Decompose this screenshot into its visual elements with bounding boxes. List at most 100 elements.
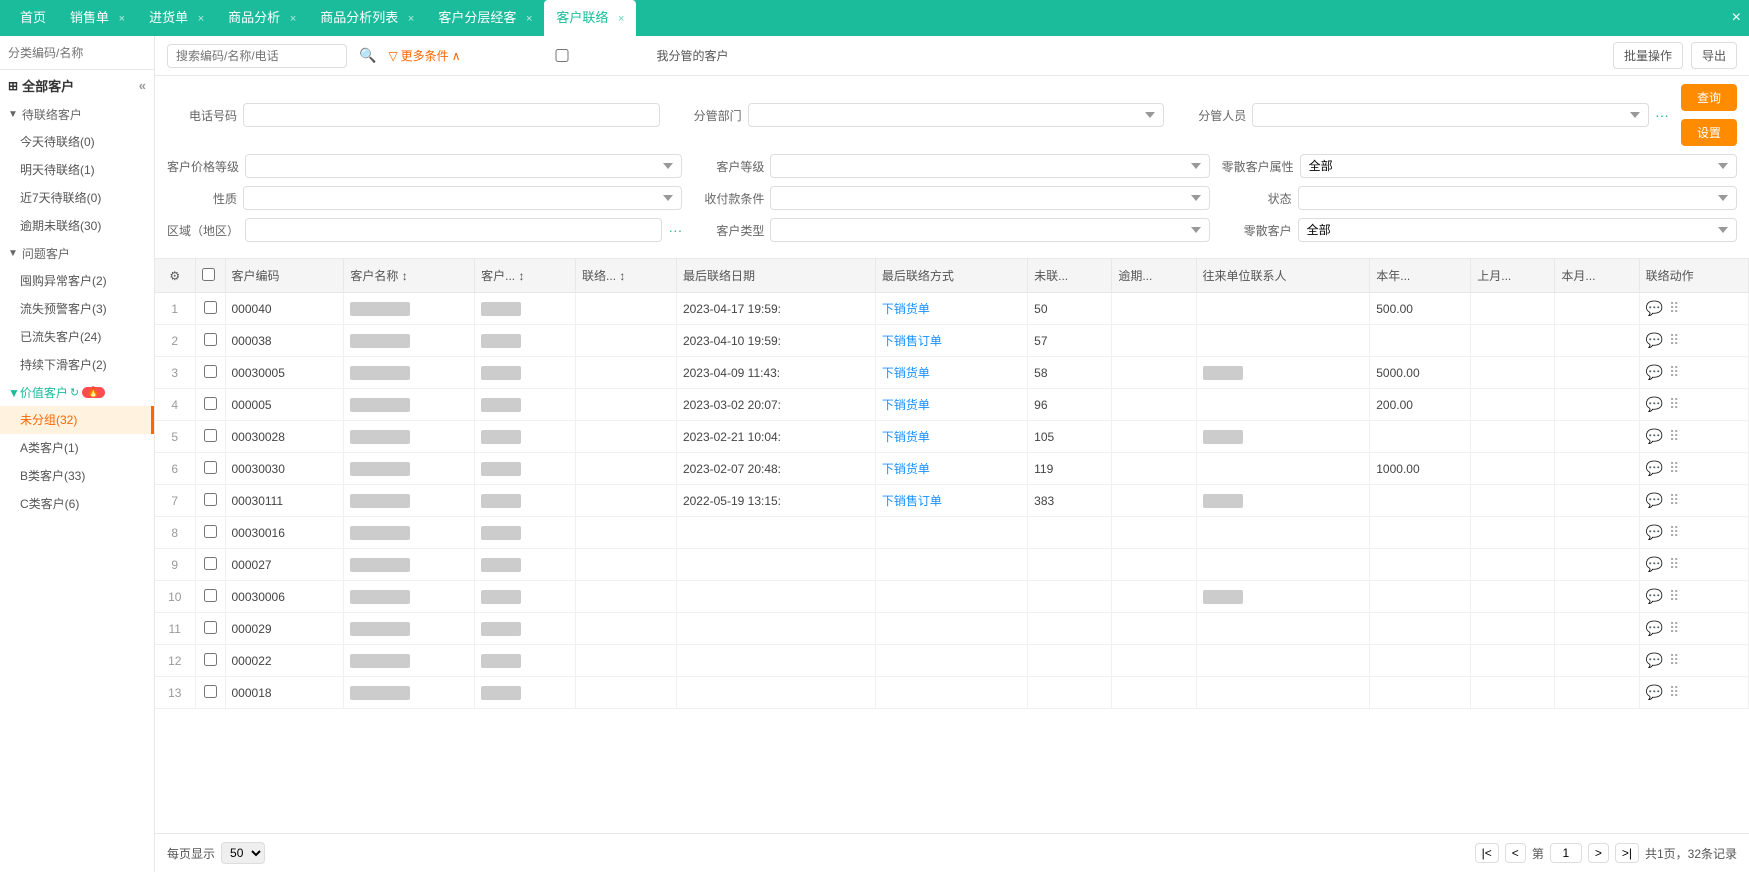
sidebar-item-ungroup[interactable]: 未分组(32) — [0, 406, 154, 434]
th-last-date[interactable]: 最后联络日期 — [676, 259, 875, 293]
page-number-input[interactable] — [1550, 843, 1582, 863]
row-checkbox[interactable] — [204, 429, 217, 442]
th-unlisted[interactable]: 未联... — [1028, 259, 1112, 293]
chat-action-icon[interactable]: 💬 — [1646, 492, 1663, 509]
row-checkbox[interactable] — [204, 365, 217, 378]
sidebar-item-churn-warning[interactable]: 流失预警客户(3) — [0, 295, 154, 323]
sidebar-all-customers[interactable]: ⊞ 全部客户 « — [0, 70, 154, 101]
sidebar-item-type-b[interactable]: B类客户(33) — [0, 462, 154, 490]
tab-customer-contact[interactable]: 客户联络 × — [544, 0, 636, 36]
th-overdue[interactable]: 逾期... — [1112, 259, 1196, 293]
more-action-icon[interactable]: ⠿ — [1669, 492, 1679, 509]
sidebar-problem-group[interactable]: ▼ 问题客户 — [0, 240, 154, 267]
row-checkbox[interactable] — [204, 589, 217, 602]
more-action-icon[interactable]: ⠿ — [1669, 364, 1679, 381]
more-action-icon[interactable]: ⠿ — [1669, 300, 1679, 317]
close-sales-tab[interactable]: × — [119, 13, 125, 25]
close-customer-seg-tab[interactable]: × — [526, 13, 532, 25]
row-checkbox[interactable] — [204, 301, 217, 314]
last-method-link[interactable]: 下销货单 — [882, 366, 930, 380]
export-button[interactable]: 导出 — [1691, 42, 1737, 69]
last-page-btn[interactable]: >| — [1615, 843, 1639, 863]
select-all-checkbox[interactable] — [202, 268, 215, 281]
batch-ops-button[interactable]: 批量操作 — [1613, 42, 1683, 69]
sidebar-item-tomorrow-pending[interactable]: 明天待联络(1) — [0, 156, 154, 184]
cell-checkbox[interactable] — [195, 325, 225, 357]
th-this-year[interactable]: 本年... — [1370, 259, 1471, 293]
more-action-icon[interactable]: ⠿ — [1669, 684, 1679, 701]
th-this-month[interactable]: 本月... — [1555, 259, 1639, 293]
cell-checkbox[interactable] — [195, 645, 225, 677]
sidebar-item-type-c[interactable]: C类客户(6) — [0, 490, 154, 518]
sidebar-pending-group[interactable]: ▼ 待联络客户 — [0, 101, 154, 128]
row-checkbox[interactable] — [204, 621, 217, 634]
reset-button[interactable]: 设置 — [1681, 119, 1737, 146]
chat-action-icon[interactable]: 💬 — [1646, 396, 1663, 413]
collapse-sidebar-icon[interactable]: « — [139, 78, 146, 93]
chat-action-icon[interactable]: 💬 — [1646, 652, 1663, 669]
price-grade-select[interactable] — [245, 154, 682, 178]
chat-action-icon[interactable]: 💬 — [1646, 460, 1663, 477]
sidebar-item-type-a[interactable]: A类客户(1) — [0, 434, 154, 462]
query-button[interactable]: 查询 — [1681, 84, 1737, 111]
th-last-method[interactable]: 最后联络方式 — [875, 259, 1027, 293]
sidebar-item-overdue-pending[interactable]: 逾期未联络(30) — [0, 212, 154, 240]
chat-action-icon[interactable]: 💬 — [1646, 556, 1663, 573]
next-page-btn[interactable]: > — [1588, 843, 1609, 863]
row-checkbox[interactable] — [204, 525, 217, 538]
retail-customer-select[interactable]: 全部 — [1298, 218, 1737, 242]
sidebar-item-today-pending[interactable]: 今天待联络(0) — [0, 128, 154, 156]
cell-checkbox[interactable] — [195, 613, 225, 645]
my-customers-checkbox-label[interactable]: 我分管的客户 — [472, 47, 728, 64]
row-checkbox[interactable] — [204, 685, 217, 698]
sidebar-value-group[interactable]: ▼ 价值客户 ↻ 🔥 — [0, 379, 154, 406]
last-method-link[interactable]: 下销货单 — [882, 302, 930, 316]
chat-action-icon[interactable]: 💬 — [1646, 428, 1663, 445]
retail-attr-select[interactable]: 全部 — [1300, 154, 1737, 178]
nature-select[interactable] — [243, 186, 682, 210]
customer-search-input[interactable] — [167, 44, 347, 68]
row-checkbox[interactable] — [204, 461, 217, 474]
customer-type-select[interactable] — [770, 218, 1209, 242]
more-action-icon[interactable]: ⠿ — [1669, 524, 1679, 541]
customer-search-icon[interactable]: 🔍 — [359, 47, 376, 64]
cell-checkbox[interactable] — [195, 293, 225, 325]
cell-checkbox[interactable] — [195, 485, 225, 517]
th-contact[interactable]: 联络... ↕ — [576, 259, 677, 293]
chat-action-icon[interactable]: 💬 — [1646, 524, 1663, 541]
last-method-link[interactable]: 下销货单 — [882, 398, 930, 412]
chat-action-icon[interactable]: 💬 — [1646, 332, 1663, 349]
row-checkbox[interactable] — [204, 493, 217, 506]
category-search-input[interactable] — [8, 46, 155, 60]
payment-select[interactable] — [770, 186, 1209, 210]
th-code[interactable]: 客户编码 — [225, 259, 344, 293]
tab-home[interactable]: 首页 — [8, 0, 58, 36]
per-page-select[interactable]: 50 — [221, 842, 265, 864]
close-customer-contact-tab[interactable]: × — [618, 13, 624, 25]
more-action-icon[interactable]: ⠿ — [1669, 652, 1679, 669]
my-customers-checkbox[interactable] — [472, 49, 652, 62]
row-checkbox[interactable] — [204, 333, 217, 346]
sidebar-item-declining[interactable]: 持续下滑客户(2) — [0, 351, 154, 379]
more-action-icon[interactable]: ⠿ — [1669, 556, 1679, 573]
more-action-icon[interactable]: ⠿ — [1669, 588, 1679, 605]
sidebar-item-churned[interactable]: 已流失客户(24) — [0, 323, 154, 351]
row-checkbox[interactable] — [204, 653, 217, 666]
tab-analysis[interactable]: 商品分析 × — [216, 0, 308, 36]
more-action-icon[interactable]: ⠿ — [1669, 460, 1679, 477]
last-method-link[interactable]: 下销货单 — [882, 462, 930, 476]
last-method-link[interactable]: 下销货单 — [882, 430, 930, 444]
close-analysis-tab[interactable]: × — [290, 13, 296, 25]
chat-action-icon[interactable]: 💬 — [1646, 364, 1663, 381]
close-analysis-list-tab[interactable]: × — [408, 13, 414, 25]
more-conditions-btn[interactable]: ▽ 更多条件 ∧ — [388, 47, 460, 64]
cell-checkbox[interactable] — [195, 421, 225, 453]
more-action-icon[interactable]: ⠿ — [1669, 396, 1679, 413]
cell-checkbox[interactable] — [195, 581, 225, 613]
th-type[interactable]: 客户... ↕ — [475, 259, 576, 293]
more-action-icon[interactable]: ⠿ — [1669, 620, 1679, 637]
chat-action-icon[interactable]: 💬 — [1646, 684, 1663, 701]
close-purchase-tab[interactable]: × — [198, 13, 204, 25]
cell-checkbox[interactable] — [195, 357, 225, 389]
more-action-icon[interactable]: ⠿ — [1669, 332, 1679, 349]
